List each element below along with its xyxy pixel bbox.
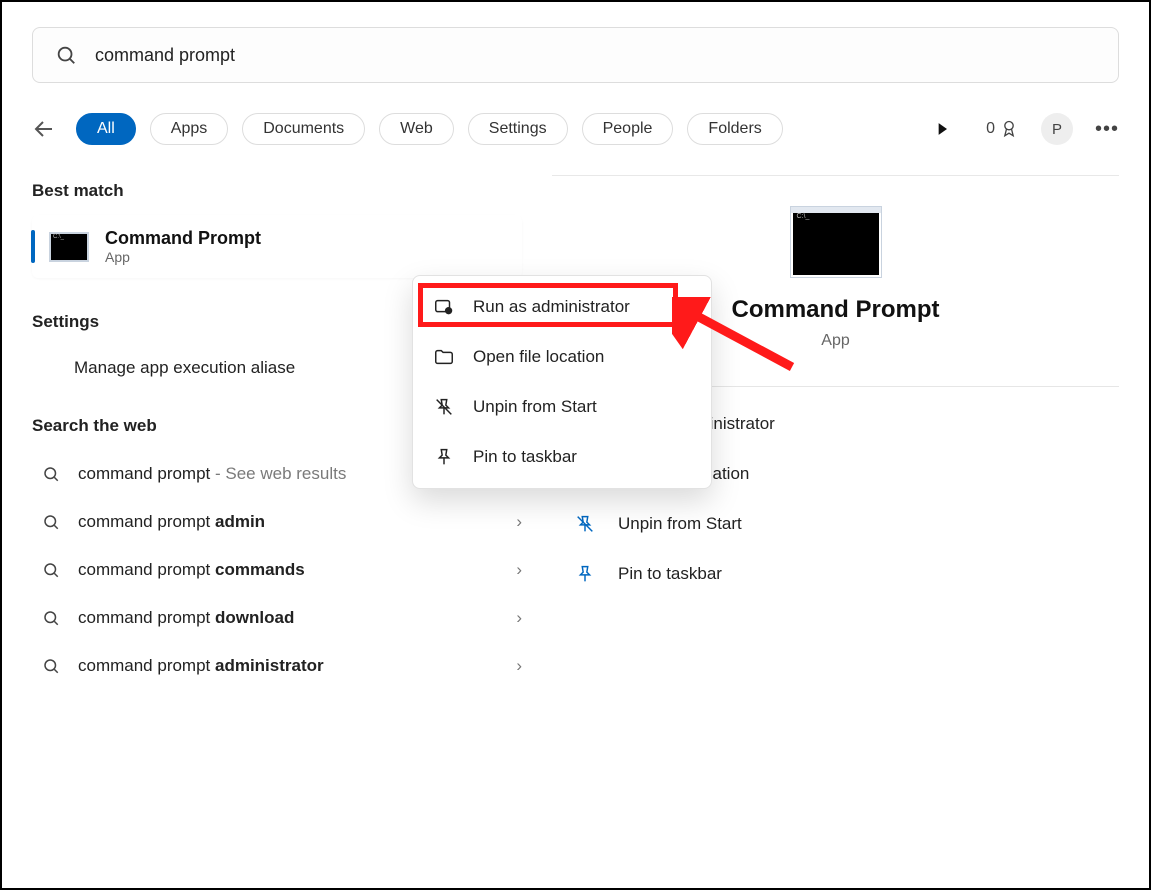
- folder-icon: [433, 346, 455, 368]
- context-pin-taskbar[interactable]: Pin to taskbar: [413, 432, 711, 482]
- pin-icon: [433, 446, 455, 468]
- web-bold: download: [215, 608, 294, 627]
- rewards-indicator[interactable]: 0: [986, 119, 1019, 139]
- context-unpin-start[interactable]: Unpin from Start: [413, 382, 711, 432]
- web-text: command prompt: [78, 464, 210, 483]
- chevron-right-icon: ›: [516, 656, 522, 676]
- filter-row: All Apps Documents Web Settings People F…: [32, 113, 1119, 145]
- chevron-right-icon: ›: [516, 512, 522, 532]
- search-icon: [42, 465, 60, 483]
- search-icon: [42, 513, 60, 531]
- filter-pills: All Apps Documents Web Settings People F…: [76, 113, 918, 145]
- web-bold: commands: [215, 560, 305, 579]
- rewards-count: 0: [986, 120, 995, 138]
- best-match-name: Command Prompt: [105, 228, 261, 249]
- action-pin-taskbar[interactable]: Pin to taskbar: [574, 563, 1107, 585]
- search-icon: [55, 44, 77, 66]
- search-input[interactable]: [95, 45, 1096, 66]
- web-suffix: - See web results: [210, 464, 346, 483]
- chevron-right-icon: ›: [516, 608, 522, 628]
- search-icon: [42, 609, 60, 627]
- context-open-file-location[interactable]: Open file location: [413, 332, 711, 382]
- pin-icon: [574, 563, 596, 585]
- filter-pill-folders[interactable]: Folders: [687, 113, 782, 145]
- web-text: command prompt: [78, 560, 215, 579]
- preview-title: Command Prompt: [731, 296, 939, 324]
- context-label: Run as administrator: [473, 297, 630, 317]
- more-menu-icon[interactable]: •••: [1095, 118, 1119, 141]
- chevron-right-icon[interactable]: [932, 119, 952, 139]
- preview-sub: App: [821, 332, 849, 350]
- web-result-2[interactable]: command prompt commands ›: [32, 546, 522, 594]
- search-bar[interactable]: [32, 27, 1119, 83]
- search-icon: [42, 561, 60, 579]
- best-match-heading: Best match: [32, 181, 522, 201]
- filter-pill-settings[interactable]: Settings: [468, 113, 568, 145]
- best-match-sub: App: [105, 249, 261, 265]
- filter-pill-people[interactable]: People: [582, 113, 674, 145]
- search-icon: [42, 657, 60, 675]
- preview-app-icon: [790, 206, 882, 278]
- avatar[interactable]: P: [1041, 113, 1073, 145]
- context-menu: Run as administrator Open file location …: [412, 275, 712, 489]
- unpin-icon: [574, 513, 596, 535]
- web-text: command prompt: [78, 656, 215, 675]
- chevron-right-icon: ›: [516, 560, 522, 580]
- back-icon[interactable]: [32, 117, 56, 141]
- action-label: Unpin from Start: [618, 514, 742, 534]
- web-result-1[interactable]: command prompt admin ›: [32, 498, 522, 546]
- context-label: Pin to taskbar: [473, 447, 577, 467]
- best-match-result[interactable]: Command Prompt App: [32, 215, 522, 278]
- cmd-icon: [49, 232, 89, 262]
- shield-icon: [433, 296, 455, 318]
- web-result-4[interactable]: command prompt administrator ›: [32, 642, 522, 690]
- medal-icon: [999, 119, 1019, 139]
- web-bold: admin: [215, 512, 265, 531]
- context-label: Open file location: [473, 347, 604, 367]
- web-result-3[interactable]: command prompt download ›: [32, 594, 522, 642]
- web-bold: administrator: [215, 656, 324, 675]
- filter-pill-all[interactable]: All: [76, 113, 136, 145]
- web-text: command prompt: [78, 608, 215, 627]
- action-unpin-start[interactable]: Unpin from Start: [574, 513, 1107, 535]
- filter-pill-documents[interactable]: Documents: [242, 113, 365, 145]
- filter-pill-web[interactable]: Web: [379, 113, 454, 145]
- avatar-initial: P: [1052, 121, 1062, 138]
- action-label: Pin to taskbar: [618, 564, 722, 584]
- unpin-icon: [433, 396, 455, 418]
- context-label: Unpin from Start: [473, 397, 597, 417]
- web-text: command prompt: [78, 512, 215, 531]
- context-run-as-admin[interactable]: Run as administrator: [413, 282, 711, 332]
- filter-pill-apps[interactable]: Apps: [150, 113, 228, 145]
